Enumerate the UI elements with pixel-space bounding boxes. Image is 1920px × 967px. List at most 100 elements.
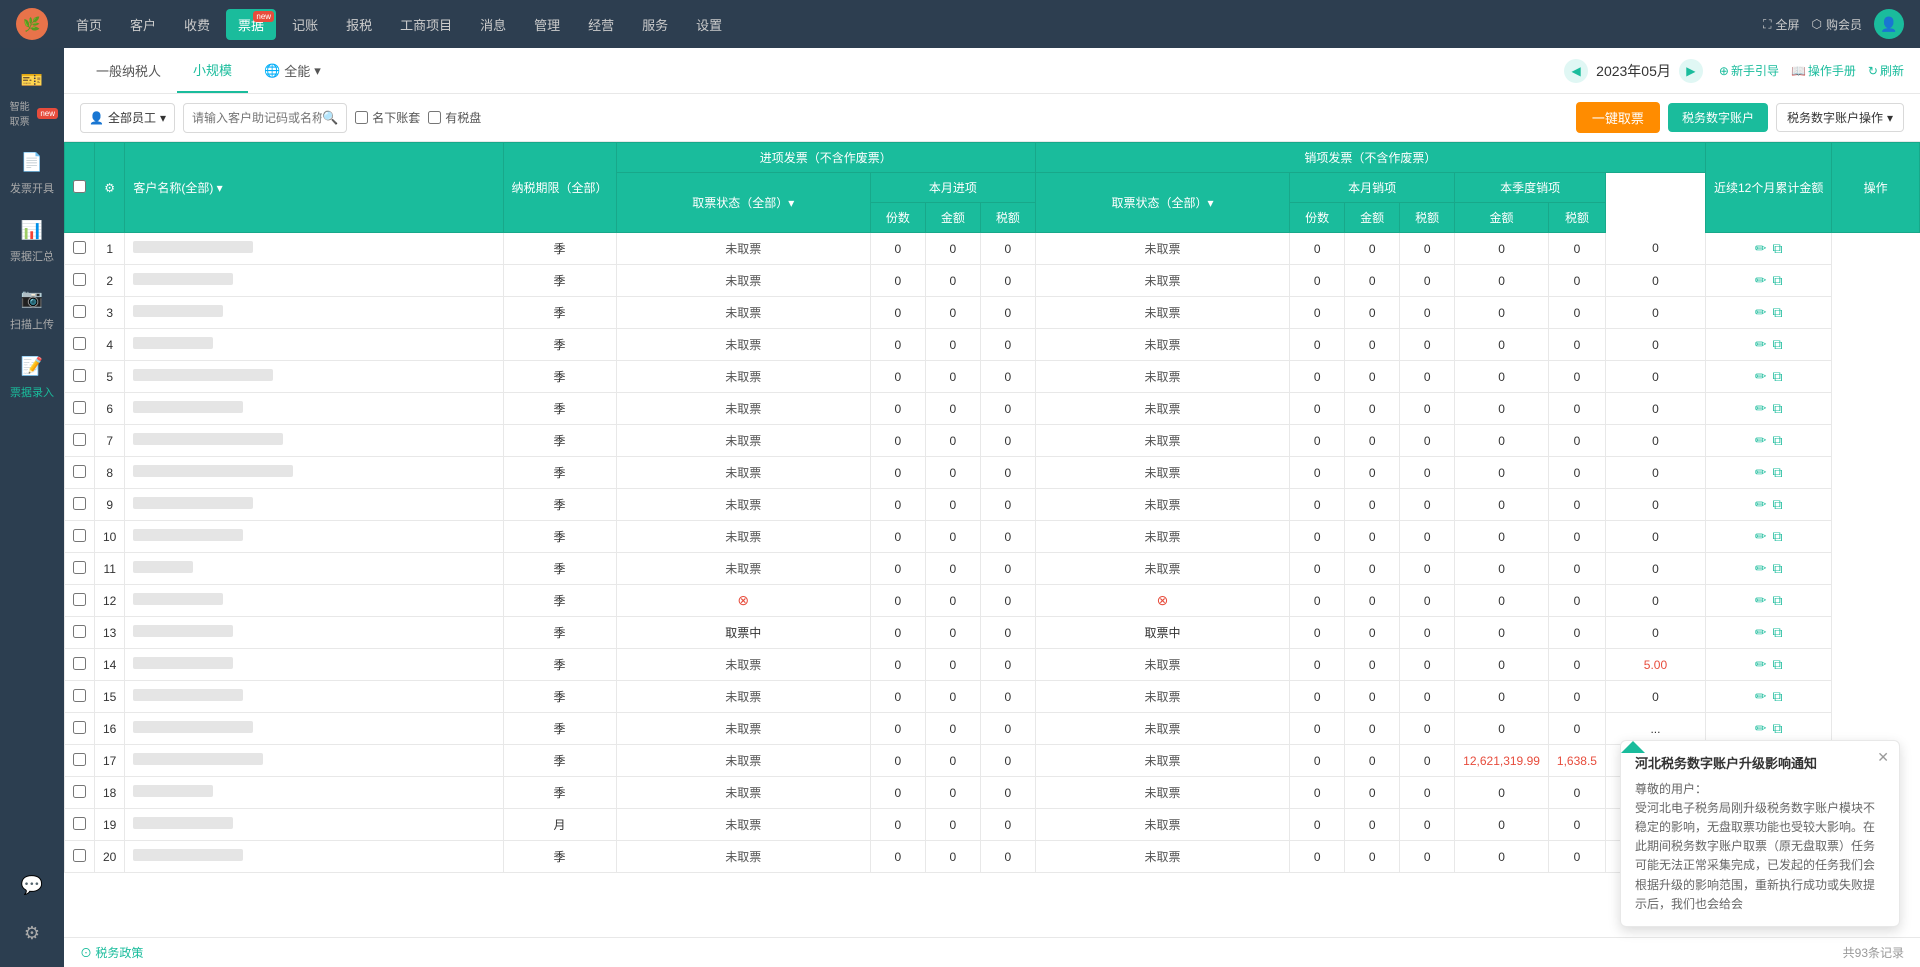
- row-checkbox[interactable]: [73, 625, 86, 638]
- new-guide-btn[interactable]: ⊕ 新手引导: [1719, 62, 1779, 79]
- row-copy-btn[interactable]: ⧉: [1773, 464, 1783, 481]
- row-in-status[interactable]: 未取票: [616, 297, 870, 329]
- tab-all[interactable]: 🌐 全能 ▾: [248, 49, 337, 92]
- row-out-status[interactable]: 未取票: [1035, 297, 1289, 329]
- row-edit-btn[interactable]: ✏: [1755, 240, 1767, 257]
- row-out-status[interactable]: 未取票: [1035, 361, 1289, 393]
- tab-small-scale[interactable]: 小规模: [177, 48, 248, 93]
- row-checkbox-cell[interactable]: [65, 425, 95, 457]
- one-click-ticket-btn[interactable]: 一键取票: [1576, 102, 1660, 133]
- sidebar-item-smart-ticket[interactable]: 🎫 智能取票 new: [0, 56, 64, 138]
- employee-select[interactable]: 👤 全部员工 ▾: [80, 103, 175, 133]
- row-checkbox-cell[interactable]: [65, 553, 95, 585]
- row-checkbox[interactable]: [73, 433, 86, 446]
- nav-invoices[interactable]: 票据 new: [226, 9, 276, 40]
- row-checkbox-cell[interactable]: [65, 713, 95, 745]
- client-search-input[interactable]: [192, 111, 322, 125]
- row-edit-btn[interactable]: ✏: [1755, 656, 1767, 673]
- row-in-status[interactable]: 取票中: [616, 617, 870, 649]
- row-in-status[interactable]: 未取票: [616, 713, 870, 745]
- row-checkbox-cell[interactable]: [65, 297, 95, 329]
- row-out-status[interactable]: 未取票: [1035, 265, 1289, 297]
- checkbox-under-account[interactable]: 名下账套: [355, 109, 420, 126]
- row-checkbox[interactable]: [73, 721, 86, 734]
- row-edit-btn[interactable]: ✏: [1755, 368, 1767, 385]
- row-checkbox-cell[interactable]: [65, 521, 95, 553]
- row-edit-btn[interactable]: ✏: [1755, 592, 1767, 609]
- row-checkbox[interactable]: [73, 785, 86, 798]
- nav-management[interactable]: 管理: [522, 9, 572, 40]
- nav-tax[interactable]: 报税: [334, 9, 384, 40]
- user-avatar[interactable]: 👤: [1874, 9, 1904, 39]
- row-in-status[interactable]: 未取票: [616, 393, 870, 425]
- checkbox-has-tax-disk-input[interactable]: [428, 111, 441, 124]
- row-checkbox[interactable]: [73, 401, 86, 414]
- row-copy-btn[interactable]: ⧉: [1773, 336, 1783, 353]
- sidebar-item-invoice-issue[interactable]: 📄 发票开具: [0, 138, 64, 206]
- row-in-status[interactable]: 未取票: [616, 329, 870, 361]
- row-edit-btn[interactable]: ✏: [1755, 720, 1767, 737]
- th-in-status[interactable]: 取票状态（全部）▾: [616, 173, 870, 233]
- row-out-status[interactable]: 取票中: [1035, 617, 1289, 649]
- row-client-name[interactable]: [125, 585, 503, 617]
- app-logo[interactable]: 🌿: [16, 8, 48, 40]
- row-checkbox[interactable]: [73, 657, 86, 670]
- row-out-status[interactable]: 未取票: [1035, 521, 1289, 553]
- row-client-name[interactable]: [125, 841, 503, 873]
- row-out-status[interactable]: 未取票: [1035, 329, 1289, 361]
- row-out-status[interactable]: 未取票: [1035, 777, 1289, 809]
- row-client-name[interactable]: [125, 809, 503, 841]
- row-out-status[interactable]: 未取票: [1035, 841, 1289, 873]
- row-checkbox-cell[interactable]: [65, 681, 95, 713]
- row-checkbox[interactable]: [73, 241, 86, 254]
- row-checkbox-cell[interactable]: [65, 361, 95, 393]
- row-checkbox-cell[interactable]: [65, 649, 95, 681]
- row-client-name[interactable]: [125, 713, 503, 745]
- row-checkbox[interactable]: [73, 529, 86, 542]
- row-client-name[interactable]: [125, 777, 503, 809]
- checkbox-under-account-input[interactable]: [355, 111, 368, 124]
- row-copy-btn[interactable]: ⧉: [1773, 624, 1783, 641]
- row-checkbox-cell[interactable]: [65, 489, 95, 521]
- row-in-status[interactable]: 未取票: [616, 425, 870, 457]
- row-in-status[interactable]: 未取票: [616, 745, 870, 777]
- nav-bookkeeping[interactable]: 记账: [280, 9, 330, 40]
- sidebar-item-ticket-entry[interactable]: 📝 票据录入: [0, 342, 64, 410]
- row-client-name[interactable]: [125, 393, 503, 425]
- th-out-status[interactable]: 取票状态（全部）▾: [1035, 173, 1289, 233]
- digital-account-btn[interactable]: 税务数字账户: [1668, 103, 1768, 132]
- row-out-status[interactable]: 未取票: [1035, 713, 1289, 745]
- row-checkbox-cell[interactable]: [65, 617, 95, 649]
- row-edit-btn[interactable]: ✏: [1755, 528, 1767, 545]
- row-client-name[interactable]: [125, 617, 503, 649]
- member-btn[interactable]: ⬡ 购会员: [1812, 16, 1863, 33]
- row-in-status[interactable]: 未取票: [616, 809, 870, 841]
- tab-general-taxpayer[interactable]: 一般纳税人: [80, 49, 177, 92]
- row-out-status[interactable]: 未取票: [1035, 233, 1289, 265]
- row-copy-btn[interactable]: ⧉: [1773, 720, 1783, 737]
- row-copy-btn[interactable]: ⧉: [1773, 272, 1783, 289]
- row-checkbox-cell[interactable]: [65, 329, 95, 361]
- row-out-status[interactable]: 未取票: [1035, 489, 1289, 521]
- row-client-name[interactable]: [125, 521, 503, 553]
- row-checkbox-cell[interactable]: [65, 745, 95, 777]
- row-copy-btn[interactable]: ⧉: [1773, 560, 1783, 577]
- row-edit-btn[interactable]: ✏: [1755, 464, 1767, 481]
- row-edit-btn[interactable]: ✏: [1755, 336, 1767, 353]
- month-next-btn[interactable]: ▶: [1679, 59, 1703, 83]
- row-copy-btn[interactable]: ⧉: [1773, 656, 1783, 673]
- row-in-status[interactable]: 未取票: [616, 361, 870, 393]
- row-checkbox-cell[interactable]: [65, 233, 95, 265]
- tax-policy-link[interactable]: ⊙ 税务政策: [80, 944, 143, 961]
- row-copy-btn[interactable]: ⧉: [1773, 400, 1783, 417]
- digital-ops-btn[interactable]: 税务数字账户操作 ▾: [1776, 103, 1904, 132]
- row-copy-btn[interactable]: ⧉: [1773, 496, 1783, 513]
- sidebar-item-scan-upload[interactable]: 📷 扫描上传: [0, 274, 64, 342]
- client-search-box[interactable]: 🔍: [183, 103, 347, 133]
- row-edit-btn[interactable]: ✏: [1755, 400, 1767, 417]
- th-settings[interactable]: ⚙: [95, 143, 125, 233]
- row-out-status[interactable]: 未取票: [1035, 457, 1289, 489]
- row-checkbox-cell[interactable]: [65, 841, 95, 873]
- row-checkbox-cell[interactable]: [65, 265, 95, 297]
- row-out-status[interactable]: 未取票: [1035, 745, 1289, 777]
